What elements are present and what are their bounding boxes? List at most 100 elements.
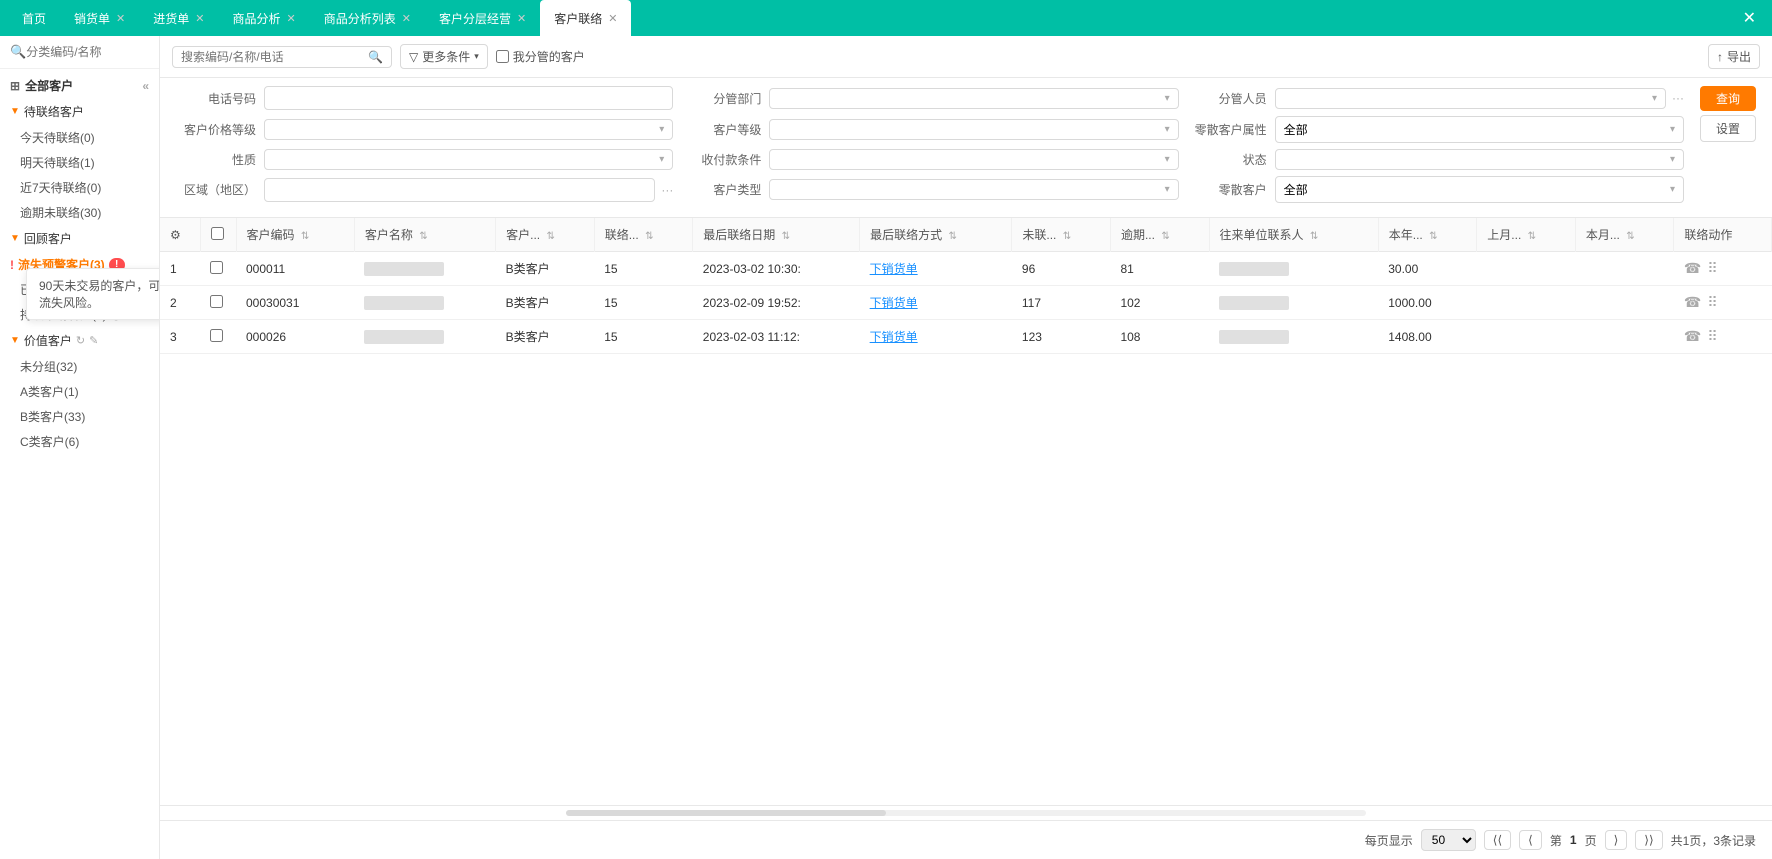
tab-sales[interactable]: 销货单 ✕ <box>60 0 139 36</box>
action-contact-icon[interactable]: ☎ <box>1684 294 1701 311</box>
cell-last-method[interactable]: 下销货单 <box>860 286 1012 320</box>
tab-customer-tier[interactable]: 客户分层经营 ✕ <box>425 0 540 36</box>
search-input[interactable] <box>181 50 368 64</box>
tab-purchase-close[interactable]: ✕ <box>195 12 204 25</box>
th-unit-contact[interactable]: 往来单位联系人 ⇅ <box>1209 218 1378 252</box>
sidebar-collapse-icon[interactable]: « <box>142 79 149 93</box>
th-contacts[interactable]: 联络... ⇅ <box>594 218 693 252</box>
cell-action: ☎ ⠿ <box>1674 320 1772 354</box>
sort-this-month-icon: ⇅ <box>1626 231 1634 242</box>
sidebar-item-tomorrow[interactable]: 明天待联络(1) <box>0 150 159 175</box>
contact-method-link[interactable]: 下销货单 <box>870 296 918 310</box>
next-page-button[interactable]: ⟩ <box>1605 830 1628 850</box>
filter-customer-grade-select[interactable]: ▾ <box>769 119 1178 140</box>
row-checkbox-1[interactable] <box>210 295 223 308</box>
filter-retail-attr-select[interactable]: 全部 ▾ <box>1275 116 1684 143</box>
filter-region-input[interactable] <box>264 178 655 202</box>
horizontal-scrollbar[interactable] <box>160 805 1772 820</box>
tab-product-analysis[interactable]: 商品分析 ✕ <box>218 0 309 36</box>
sidebar-item-today[interactable]: 今天待联络(0) <box>0 125 159 150</box>
th-customer-name[interactable]: 客户名称 ⇅ <box>354 218 495 252</box>
filter-retail-customer-select[interactable]: 全部 ▾ <box>1275 176 1684 203</box>
sidebar-root-title[interactable]: ⊞ 全部客户 « <box>0 69 159 98</box>
cell-checkbox[interactable] <box>200 320 236 354</box>
export-icon: ↑ <box>1717 50 1723 64</box>
filter-manager-select[interactable]: ▾ <box>1275 88 1666 109</box>
action-contact-icon[interactable]: ☎ <box>1684 328 1701 345</box>
action-more-icon[interactable]: ⠿ <box>1707 328 1717 345</box>
sidebar-item-7days[interactable]: 近7天待联络(0) <box>0 175 159 200</box>
th-not-contacted[interactable]: 未联... ⇅ <box>1012 218 1111 252</box>
filter-region-dots[interactable]: ··· <box>661 183 673 197</box>
sort-not-contacted-icon: ⇅ <box>1063 231 1071 242</box>
th-last-month[interactable]: 上月... ⇅ <box>1477 218 1576 252</box>
export-button[interactable]: ↑ 导出 <box>1708 44 1760 69</box>
more-filters-button[interactable]: ▽ 更多条件 ▾ <box>400 44 488 69</box>
sort-method-icon: ⇅ <box>949 231 957 242</box>
sidebar-search-input[interactable] <box>26 45 160 59</box>
prev-page-button[interactable]: ⟨ <box>1519 830 1542 850</box>
cell-code: 000011 <box>236 252 354 286</box>
filter-dept-select[interactable]: ▾ <box>769 88 1178 109</box>
select-all-checkbox[interactable] <box>211 227 224 240</box>
settings-icon[interactable]: ⚙ <box>170 228 181 242</box>
query-button[interactable]: 查询 <box>1700 86 1756 111</box>
filter-status-select[interactable]: ▾ <box>1275 149 1684 170</box>
cell-last-month <box>1477 286 1576 320</box>
tab-customer-contact[interactable]: 客户联络 ✕ <box>540 0 631 36</box>
search-button-icon[interactable]: 🔍 <box>368 50 383 64</box>
sidebar-item-overdue[interactable]: 逾期未联络(30) <box>0 200 159 225</box>
filter-phone-input[interactable] <box>264 86 673 110</box>
tab-home[interactable]: 首页 <box>8 0 60 36</box>
action-more-icon[interactable]: ⠿ <box>1707 294 1717 311</box>
th-last-contact-date[interactable]: 最后联络日期 ⇅ <box>693 218 860 252</box>
filter-price-grade-select[interactable]: ▾ <box>264 119 673 140</box>
sidebar-item-class-b[interactable]: B类客户(33) <box>0 404 159 429</box>
th-this-month[interactable]: 本月... ⇅ <box>1575 218 1674 252</box>
window-close-button[interactable]: ✕ <box>1735 8 1764 28</box>
action-more-icon[interactable]: ⠿ <box>1707 260 1717 277</box>
tab-product-analysis-close[interactable]: ✕ <box>287 12 296 25</box>
cell-checkbox[interactable] <box>200 286 236 320</box>
table-row: 2 00030031 B类客户 15 2023-02-09 19:52: 下销货… <box>160 286 1772 320</box>
cell-last-date: 2023-02-03 11:12: <box>693 320 860 354</box>
tab-product-list[interactable]: 商品分析列表 ✕ <box>310 0 425 36</box>
th-customer-type[interactable]: 客户... ⇅ <box>496 218 595 252</box>
sidebar-item-unassigned[interactable]: 未分组(32) <box>0 354 159 379</box>
last-page-button[interactable]: ⟩⟩ <box>1635 830 1662 850</box>
scrollbar-thumb[interactable] <box>566 810 886 816</box>
sidebar-item-class-a[interactable]: A类客户(1) <box>0 379 159 404</box>
cell-checkbox[interactable] <box>200 252 236 286</box>
sidebar-group-pending[interactable]: ▼ 待联络客户 <box>0 98 159 125</box>
cell-last-method[interactable]: 下销货单 <box>860 320 1012 354</box>
th-customer-code[interactable]: 客户编码 ⇅ <box>236 218 354 252</box>
refresh-icon[interactable]: ↻ <box>76 334 85 347</box>
tab-sales-close[interactable]: ✕ <box>116 12 125 25</box>
tab-purchase[interactable]: 进货单 ✕ <box>139 0 218 36</box>
edit-icon[interactable]: ✎ <box>89 334 98 347</box>
filter-nature-select[interactable]: ▾ <box>264 149 673 170</box>
th-overdue[interactable]: 逾期... ⇅ <box>1110 218 1209 252</box>
contact-method-link[interactable]: 下销货单 <box>870 330 918 344</box>
sidebar-group-review[interactable]: ▼ 回顾客户 <box>0 225 159 252</box>
tab-customer-contact-close[interactable]: ✕ <box>608 12 617 25</box>
row-checkbox-2[interactable] <box>210 329 223 342</box>
sort-code-icon: ⇅ <box>301 231 309 242</box>
cell-last-method[interactable]: 下销货单 <box>860 252 1012 286</box>
first-page-button[interactable]: ⟨⟨ <box>1484 830 1511 850</box>
th-this-year[interactable]: 本年... ⇅ <box>1378 218 1477 252</box>
th-last-contact-method[interactable]: 最后联络方式 ⇅ <box>860 218 1012 252</box>
action-contact-icon[interactable]: ☎ <box>1684 260 1701 277</box>
filter-customer-type-select[interactable]: ▾ <box>769 179 1178 200</box>
settings-button[interactable]: 设置 <box>1700 115 1756 142</box>
sidebar-group-value[interactable]: ▼ 价值客户 ↻ ✎ <box>0 327 159 354</box>
tab-product-list-close[interactable]: ✕ <box>402 12 411 25</box>
filter-manager-dots[interactable]: ··· <box>1672 91 1684 105</box>
my-customers-checkbox[interactable] <box>496 50 509 63</box>
filter-payment-select[interactable]: ▾ <box>769 149 1178 170</box>
contact-method-link[interactable]: 下销货单 <box>870 262 918 276</box>
row-checkbox-0[interactable] <box>210 261 223 274</box>
per-page-select[interactable]: 50 100 200 <box>1421 829 1476 851</box>
tab-customer-tier-close[interactable]: ✕ <box>517 12 526 25</box>
sidebar-item-class-c[interactable]: C类客户(6) <box>0 429 159 454</box>
